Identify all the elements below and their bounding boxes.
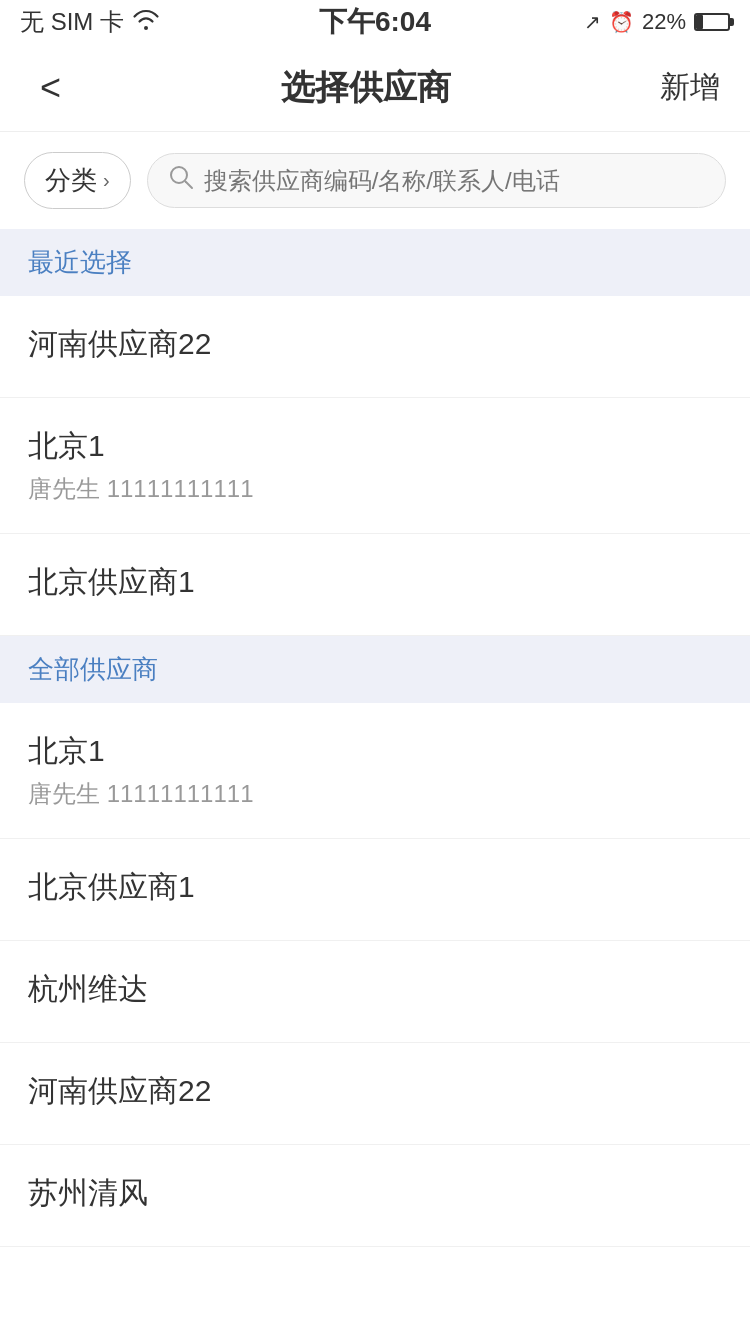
status-bar: 无 SIM 卡 下午6:04 ↗ ⏰ 22%	[0, 0, 750, 44]
status-left: 无 SIM 卡	[20, 6, 160, 38]
item-name: 北京1	[28, 731, 722, 772]
status-right: ↗ ⏰ 22%	[584, 9, 730, 35]
list-item[interactable]: 河南供应商22	[0, 296, 750, 398]
all-section-label: 全部供应商	[28, 654, 158, 684]
chevron-right-icon: ›	[103, 169, 110, 192]
wifi-icon	[132, 8, 160, 36]
battery-icon	[694, 13, 730, 31]
svg-line-1	[185, 182, 192, 189]
recent-section-header: 最近选择	[0, 229, 750, 296]
recent-list: 河南供应商22 北京1 唐先生 11111111111 北京供应商1	[0, 296, 750, 636]
carrier-label: 无 SIM 卡	[20, 6, 124, 38]
search-icon	[168, 164, 194, 197]
list-item[interactable]: 北京供应商1	[0, 839, 750, 941]
item-name: 河南供应商22	[28, 1071, 722, 1112]
location-icon: ↗	[584, 10, 601, 34]
nav-bar: < 选择供应商 新增	[0, 44, 750, 132]
item-name: 杭州维达	[28, 969, 722, 1010]
recent-section-label: 最近选择	[28, 247, 132, 277]
item-name: 北京1	[28, 426, 722, 467]
item-contact: 唐先生 11111111111	[28, 778, 722, 810]
category-button[interactable]: 分类 ›	[24, 152, 131, 209]
alarm-icon: ⏰	[609, 10, 634, 34]
svg-point-0	[171, 167, 187, 183]
list-item[interactable]: 苏州清风	[0, 1145, 750, 1247]
list-item[interactable]: 北京供应商1	[0, 534, 750, 636]
search-input[interactable]	[204, 167, 705, 195]
status-time: 下午6:04	[319, 3, 431, 41]
list-item[interactable]: 杭州维达	[0, 941, 750, 1043]
battery-label: 22%	[642, 9, 686, 35]
category-label: 分类	[45, 163, 97, 198]
all-list: 北京1 唐先生 11111111111 北京供应商1 杭州维达河南供应商22 苏州清风	[0, 703, 750, 1247]
item-name: 北京供应商1	[28, 562, 722, 603]
item-contact: 唐先生 11111111111	[28, 473, 722, 505]
item-name: 河南供应商22	[28, 324, 722, 365]
filter-bar: 分类 ›	[0, 132, 750, 229]
list-item[interactable]: 河南供应商22	[0, 1043, 750, 1145]
page-title: 选择供应商	[281, 65, 451, 111]
new-add-button[interactable]: 新增	[660, 67, 720, 108]
search-box	[147, 153, 726, 208]
back-button[interactable]: <	[30, 57, 71, 119]
list-item[interactable]: 北京1 唐先生 11111111111	[0, 398, 750, 534]
item-name: 苏州清风	[28, 1173, 722, 1214]
item-name: 北京供应商1	[28, 867, 722, 908]
all-section-header: 全部供应商	[0, 636, 750, 703]
list-item[interactable]: 北京1 唐先生 11111111111	[0, 703, 750, 839]
